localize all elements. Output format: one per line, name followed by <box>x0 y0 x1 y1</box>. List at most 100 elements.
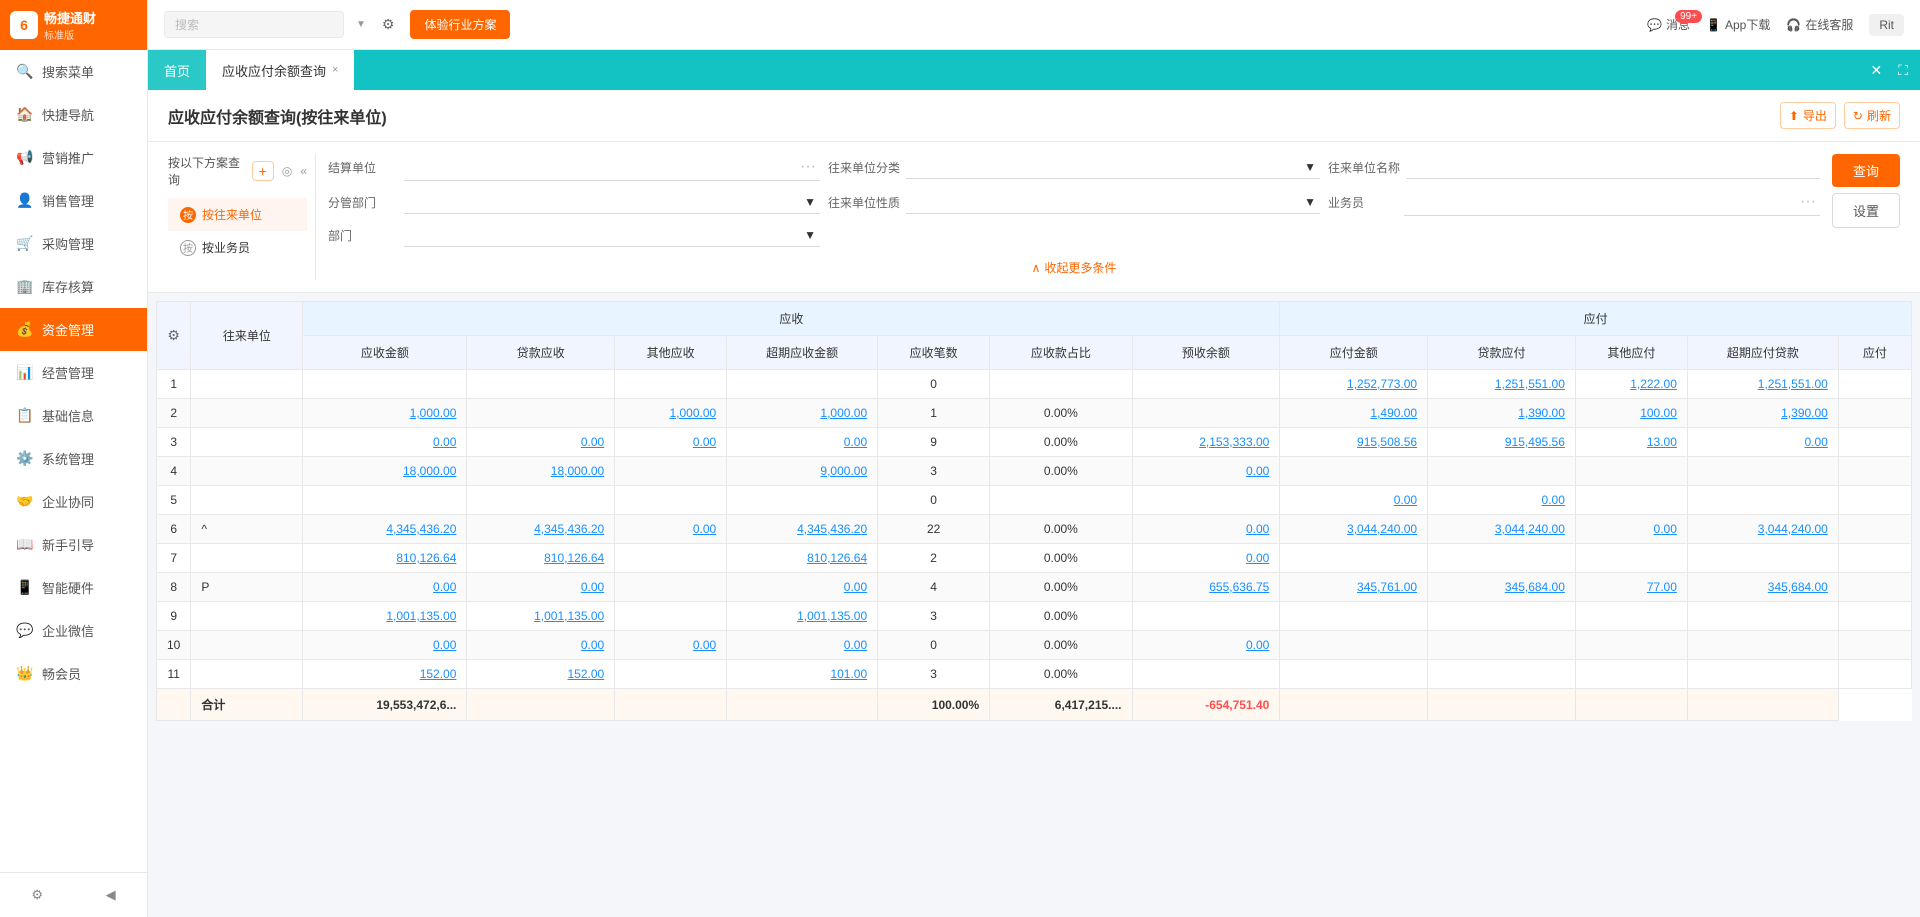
tab-maximize-btn[interactable]: ⛶ <box>1894 58 1912 83</box>
row-rec-advance[interactable]: 655,636.75 <box>1132 573 1280 602</box>
row-pay-other[interactable]: 77.00 <box>1575 573 1687 602</box>
row-pay-amount[interactable]: 0.00 <box>1280 486 1428 515</box>
row-rec-advance[interactable]: 0.00 <box>1132 631 1280 660</box>
row-pay-overdue-link[interactable]: 1,390.00 <box>1781 406 1828 420</box>
row-rec-advance-link[interactable]: 0.00 <box>1246 638 1269 652</box>
sidebar-item-basic[interactable]: 📋 基础信息 <box>0 394 147 437</box>
row-pay-amount-link[interactable]: 0.00 <box>1394 493 1417 507</box>
row-rec-amount[interactable]: 1,001,135.00 <box>303 602 467 631</box>
row-rec-overdue-link[interactable]: 1,001,135.00 <box>797 609 867 623</box>
row-rec-overdue-link[interactable]: 0.00 <box>844 638 867 652</box>
row-rec-overdue[interactable]: 0.00 <box>727 631 878 660</box>
row-rec-overdue-link[interactable]: 101.00 <box>830 667 867 681</box>
row-pay-overdue[interactable]: 345,684.00 <box>1687 573 1838 602</box>
row-rec-amount-link[interactable]: 0.00 <box>433 638 456 652</box>
row-rec-amount-link[interactable]: 0.00 <box>433 580 456 594</box>
filter-collapse-side-btn[interactable]: « <box>300 164 307 178</box>
export-button[interactable]: ⬆ 导出 <box>1780 102 1836 129</box>
sidebar-item-member[interactable]: 👑 畅会员 <box>0 652 147 695</box>
row-pay-overdue-link[interactable]: 1,251,551.00 <box>1758 377 1828 391</box>
row-pay-overdue-link[interactable]: 0.00 <box>1805 435 1828 449</box>
row-rec-amount-link[interactable]: 1,001,135.00 <box>386 609 456 623</box>
row-rec-amount[interactable]: 18,000.00 <box>303 457 467 486</box>
sidebar-item-marketing[interactable]: 📢 营销推广 <box>0 136 147 179</box>
row-rec-overdue[interactable]: 0.00 <box>727 573 878 602</box>
row-rec-amount[interactable]: 810,126.64 <box>303 544 467 573</box>
row-rec-loan-link[interactable]: 0.00 <box>581 638 604 652</box>
row-rec-amount-link[interactable]: 152.00 <box>420 667 457 681</box>
row-pay-other-link[interactable]: 77.00 <box>1647 580 1677 594</box>
row-rec-loan[interactable]: 4,345,436.20 <box>467 515 615 544</box>
query-button[interactable]: 查询 <box>1832 154 1900 187</box>
row-rec-amount-link[interactable]: 4,345,436.20 <box>386 522 456 536</box>
scheme-by-salesperson[interactable]: 按 按业务员 <box>168 231 307 264</box>
row-rec-overdue-link[interactable]: 4,345,436.20 <box>797 522 867 536</box>
row-rec-loan-link[interactable]: 152.00 <box>567 667 604 681</box>
row-rec-overdue[interactable]: 1,000.00 <box>727 399 878 428</box>
filter-select-partner-nature[interactable]: ▼ <box>906 191 1320 214</box>
sidebar-item-finance[interactable]: 💰 资金管理 <box>0 308 147 351</box>
row-pay-other[interactable]: 0.00 <box>1575 515 1687 544</box>
tab-close-window-btn[interactable]: ✕ <box>1866 58 1886 83</box>
row-pay-other-link[interactable]: 100.00 <box>1640 406 1677 420</box>
filter-circle-btn[interactable]: ◎ <box>282 164 292 178</box>
tab-current[interactable]: 应收应付余额查询 × <box>206 50 354 90</box>
row-rec-other-link[interactable]: 0.00 <box>693 435 716 449</box>
tab-close-icon[interactable]: × <box>332 64 338 76</box>
row-pay-overdue-link[interactable]: 3,044,240.00 <box>1758 522 1828 536</box>
row-rec-amount[interactable]: 1,000.00 <box>303 399 467 428</box>
row-rec-other[interactable]: 1,000.00 <box>615 399 727 428</box>
row-rec-advance[interactable]: 0.00 <box>1132 457 1280 486</box>
sidebar-item-inventory[interactable]: 🏢 库存核算 <box>0 265 147 308</box>
row-rec-loan-link[interactable]: 4,345,436.20 <box>534 522 604 536</box>
row-rec-other[interactable]: 0.00 <box>615 515 727 544</box>
header-dropdown-arrow[interactable]: ▼ <box>356 19 366 30</box>
setting-button[interactable]: 设置 <box>1832 193 1900 228</box>
promo-button[interactable]: 体验行业方案 <box>410 10 510 39</box>
row-rec-overdue-link[interactable]: 0.00 <box>844 435 867 449</box>
row-rec-amount[interactable]: 0.00 <box>303 428 467 457</box>
row-pay-overdue[interactable]: 1,390.00 <box>1687 399 1838 428</box>
sidebar-item-system[interactable]: ⚙️ 系统管理 <box>0 437 147 480</box>
row-pay-loan[interactable]: 3,044,240.00 <box>1428 515 1576 544</box>
user-badge[interactable]: Rit <box>1869 14 1904 36</box>
row-rec-loan[interactable]: 0.00 <box>467 573 615 602</box>
row-pay-loan-link[interactable]: 1,390.00 <box>1518 406 1565 420</box>
row-rec-amount-link[interactable]: 1,000.00 <box>410 406 457 420</box>
row-rec-overdue[interactable]: 4,345,436.20 <box>727 515 878 544</box>
row-pay-overdue[interactable]: 1,251,551.00 <box>1687 370 1838 399</box>
row-rec-amount-link[interactable]: 810,126.64 <box>396 551 456 565</box>
row-rec-amount[interactable]: 4,345,436.20 <box>303 515 467 544</box>
row-rec-amount[interactable]: 0.00 <box>303 573 467 602</box>
row-rec-other-link[interactable]: 0.00 <box>693 522 716 536</box>
sidebar-item-enterprise[interactable]: 🤝 企业协同 <box>0 480 147 523</box>
row-pay-amount-link[interactable]: 1,490.00 <box>1370 406 1417 420</box>
row-rec-other[interactable]: 0.00 <box>615 428 727 457</box>
sidebar-item-sales[interactable]: 👤 销售管理 <box>0 179 147 222</box>
row-rec-advance-link[interactable]: 2,153,333.00 <box>1199 435 1269 449</box>
row-pay-amount[interactable]: 1,490.00 <box>1280 399 1428 428</box>
filter-input-salesperson[interactable]: ··· <box>1404 189 1820 216</box>
row-rec-overdue[interactable]: 101.00 <box>727 660 878 689</box>
row-rec-advance[interactable]: 0.00 <box>1132 544 1280 573</box>
row-rec-amount[interactable]: 0.00 <box>303 631 467 660</box>
row-rec-overdue[interactable]: 1,001,135.00 <box>727 602 878 631</box>
row-rec-other[interactable]: 0.00 <box>615 631 727 660</box>
row-pay-overdue[interactable]: 3,044,240.00 <box>1687 515 1838 544</box>
sidebar-item-nav[interactable]: 🏠 快捷导航 <box>0 93 147 136</box>
row-rec-overdue-link[interactable]: 810,126.64 <box>807 551 867 565</box>
row-rec-advance-link[interactable]: 655,636.75 <box>1209 580 1269 594</box>
sidebar-item-guide[interactable]: 📖 新手引导 <box>0 523 147 566</box>
row-pay-overdue-link[interactable]: 345,684.00 <box>1768 580 1828 594</box>
row-rec-advance-link[interactable]: 0.00 <box>1246 464 1269 478</box>
sidebar-item-purchase[interactable]: 🛒 采购管理 <box>0 222 147 265</box>
row-pay-amount[interactable]: 3,044,240.00 <box>1280 515 1428 544</box>
row-pay-amount-link[interactable]: 345,761.00 <box>1357 580 1417 594</box>
table-settings-icon[interactable]: ⚙ <box>167 327 180 343</box>
row-rec-amount-link[interactable]: 18,000.00 <box>403 464 456 478</box>
row-pay-amount[interactable]: 345,761.00 <box>1280 573 1428 602</box>
filter-select-division-dept[interactable]: ▼ <box>404 191 820 214</box>
row-pay-loan[interactable]: 915,495.56 <box>1428 428 1576 457</box>
sidebar-item-wechat[interactable]: 💬 企业微信 <box>0 609 147 652</box>
row-pay-loan-link[interactable]: 345,684.00 <box>1505 580 1565 594</box>
